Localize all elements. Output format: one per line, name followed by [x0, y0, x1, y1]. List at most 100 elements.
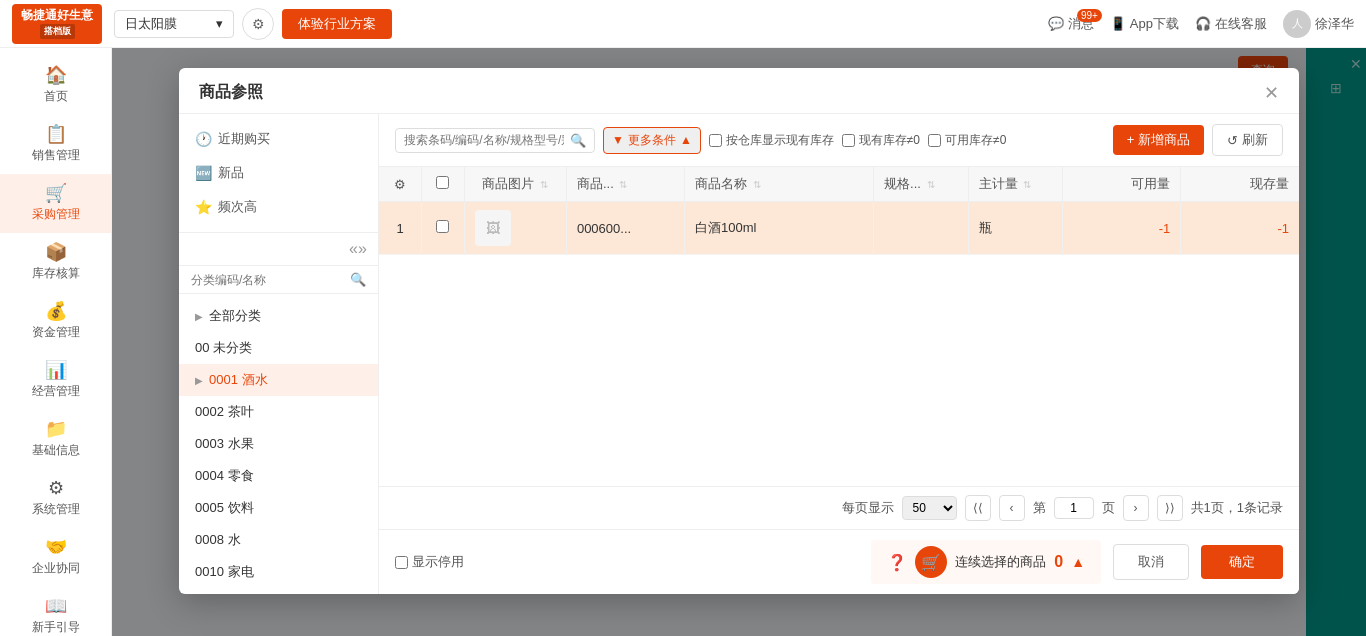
product-search-input[interactable]	[404, 133, 564, 147]
sidebar-item-purchase[interactable]: 🛒 采购管理	[0, 174, 111, 233]
page-number-input[interactable]	[1054, 497, 1094, 519]
message-item[interactable]: 💬 消息 99+	[1048, 15, 1094, 33]
total-label: 共1页，1条记录	[1191, 499, 1283, 517]
sidebar-item-system[interactable]: ⚙ 系统管理	[0, 469, 111, 528]
help-icon[interactable]: ❓	[887, 553, 907, 572]
category-0008[interactable]: 0008 水	[179, 524, 378, 556]
category-00[interactable]: 00 未分类	[179, 332, 378, 364]
checkbox-avail-ne0[interactable]: 可用库存≠0	[928, 132, 1006, 149]
new-icon: 🆕	[195, 165, 212, 181]
next-page-button[interactable]: ›	[1123, 495, 1149, 521]
category-search-area: 🔍	[179, 266, 378, 294]
sidebar-item-sales[interactable]: 📋 销售管理	[0, 115, 111, 174]
checkbox-warehouse[interactable]: 按仓库显示现有库存	[709, 132, 834, 149]
cart-icon[interactable]: 🛒	[915, 546, 947, 578]
tab-frequent[interactable]: ⭐ 频次高	[179, 190, 378, 224]
category-all[interactable]: ▶ 全部分类	[179, 300, 378, 332]
row-checkbox[interactable]	[436, 220, 449, 233]
add-product-button[interactable]: + 新增商品	[1113, 125, 1204, 155]
category-label: 00 未分类	[195, 339, 252, 357]
category-search-input[interactable]	[191, 273, 344, 287]
sales-icon: 📋	[45, 125, 67, 143]
category-search-icon[interactable]: 🔍	[350, 272, 366, 287]
clock-icon: 🕐	[195, 131, 212, 147]
cart-label: 连续选择的商品	[955, 553, 1046, 571]
collapse-icon[interactable]: «»	[346, 237, 370, 261]
refresh-button[interactable]: ↺ 刷新	[1212, 124, 1283, 156]
stock-ne0-checkbox[interactable]	[842, 134, 855, 147]
search-icon[interactable]: 🔍	[570, 133, 586, 148]
prev-page-button[interactable]: ‹	[999, 495, 1025, 521]
logo-title: 畅捷通好生意	[21, 8, 93, 22]
modal-toolbar: 🔍 ▼ 更多条件 ▲ 按仓库显示现有库存	[379, 114, 1299, 167]
row-avail: -1	[1063, 202, 1181, 255]
category-0001[interactable]: ▶ 0001 酒水	[179, 364, 378, 396]
category-0005[interactable]: 0005 饮料	[179, 492, 378, 524]
sidebar-item-inventory[interactable]: 📦 库存核算	[0, 233, 111, 292]
filter-label: 更多条件	[628, 132, 676, 149]
per-page-select[interactable]: 50 100 200	[902, 496, 957, 520]
star-icon: ⭐	[195, 199, 212, 215]
modal-body: 🕐 近期购买 🆕 新品 ⭐ 频次高	[179, 114, 1299, 594]
product-thumbnail: 🖼	[475, 210, 511, 246]
collab-icon: 🤝	[45, 538, 67, 556]
col-avail-header: 可用量	[1063, 167, 1181, 202]
app-download-item[interactable]: 📱 App下载	[1110, 15, 1179, 33]
category-0004[interactable]: 0004 零食	[179, 460, 378, 492]
row-code: 000600...	[566, 202, 684, 255]
row-spec	[874, 202, 969, 255]
sidebar-item-label: 基础信息	[32, 442, 80, 459]
tab-recent[interactable]: 🕐 近期购买	[179, 122, 378, 156]
col-spec-header: 规格... ⇅	[874, 167, 969, 202]
sidebar-item-home[interactable]: 🏠 首页	[0, 56, 111, 115]
avail-ne0-checkbox[interactable]	[928, 134, 941, 147]
category-0002[interactable]: 0002 茶叶	[179, 396, 378, 428]
trial-button[interactable]: 体验行业方案	[282, 9, 392, 39]
col-avail-label: 可用量	[1131, 176, 1170, 191]
page-suffix: 页	[1102, 499, 1115, 517]
select-all-checkbox[interactable]	[436, 176, 449, 189]
sidebar-item-basic[interactable]: 📁 基础信息	[0, 410, 111, 469]
settings-icon[interactable]: ⚙	[242, 8, 274, 40]
last-page-button[interactable]: ⟩⟩	[1157, 495, 1183, 521]
modal-close-icon[interactable]: ✕	[1264, 84, 1279, 102]
col-code-header: 商品... ⇅	[566, 167, 684, 202]
branch-dropdown[interactable]: 日太阳膜 ▾	[114, 10, 234, 38]
sort-icon: ⇅	[753, 179, 761, 190]
navbar: 畅捷通好生意 搭档版 日太阳膜 ▾ ⚙ 体验行业方案 💬 消息 99+ 📱 Ap…	[0, 0, 1366, 48]
gear-icon[interactable]: ⚙	[394, 177, 406, 192]
sidebar-item-operation[interactable]: 📊 经营管理	[0, 351, 111, 410]
checkbox-stock-ne0[interactable]: 现有库存≠0	[842, 132, 920, 149]
show-disabled-checkbox[interactable]	[395, 556, 408, 569]
row-no: 1	[396, 221, 403, 236]
tab-frequent-label: 频次高	[218, 198, 257, 216]
tab-new[interactable]: 🆕 新品	[179, 156, 378, 190]
category-list: ▶ 全部分类 00 未分类 ▶ 0001 酒水 0002 茶	[179, 294, 378, 594]
filter-button[interactable]: ▼ 更多条件 ▲	[603, 127, 701, 154]
warehouse-checkbox[interactable]	[709, 134, 722, 147]
app-logo[interactable]: 畅捷通好生意 搭档版	[12, 4, 102, 44]
cancel-button[interactable]: 取消	[1113, 544, 1189, 580]
first-page-button[interactable]: ⟨⟨	[965, 495, 991, 521]
modal-left-panel: 🕐 近期购买 🆕 新品 ⭐ 频次高	[179, 114, 379, 594]
sidebar-item-collab[interactable]: 🤝 企业协同	[0, 528, 111, 587]
sidebar-item-guide[interactable]: 📖 新手引导	[0, 587, 111, 636]
refresh-label: 刷新	[1242, 131, 1268, 149]
row-stock: -1	[1181, 202, 1299, 255]
confirm-button[interactable]: 确定	[1201, 545, 1283, 579]
sidebar-item-finance[interactable]: 💰 资金管理	[0, 292, 111, 351]
chevron-up-icon[interactable]: ▲	[1071, 554, 1085, 570]
online-service-item[interactable]: 🎧 在线客服	[1195, 15, 1267, 33]
modal-right-panel: 🔍 ▼ 更多条件 ▲ 按仓库显示现有库存	[379, 114, 1299, 594]
category-0003[interactable]: 0003 水果	[179, 428, 378, 460]
category-label: 0010 家电	[195, 563, 254, 581]
show-disabled-checkbox-area[interactable]: 显示停用	[395, 553, 464, 571]
arrow-icon: ▶	[195, 311, 203, 322]
col-spec-label: 规格...	[884, 176, 921, 191]
sidebar-item-label: 企业协同	[32, 560, 80, 577]
category-0010[interactable]: 0010 家电	[179, 556, 378, 588]
table-row[interactable]: 1 🖼	[379, 202, 1299, 255]
sidebar-item-label: 经营管理	[32, 383, 80, 400]
page-label: 第	[1033, 499, 1046, 517]
user-item[interactable]: 人 徐泽华	[1283, 10, 1354, 38]
